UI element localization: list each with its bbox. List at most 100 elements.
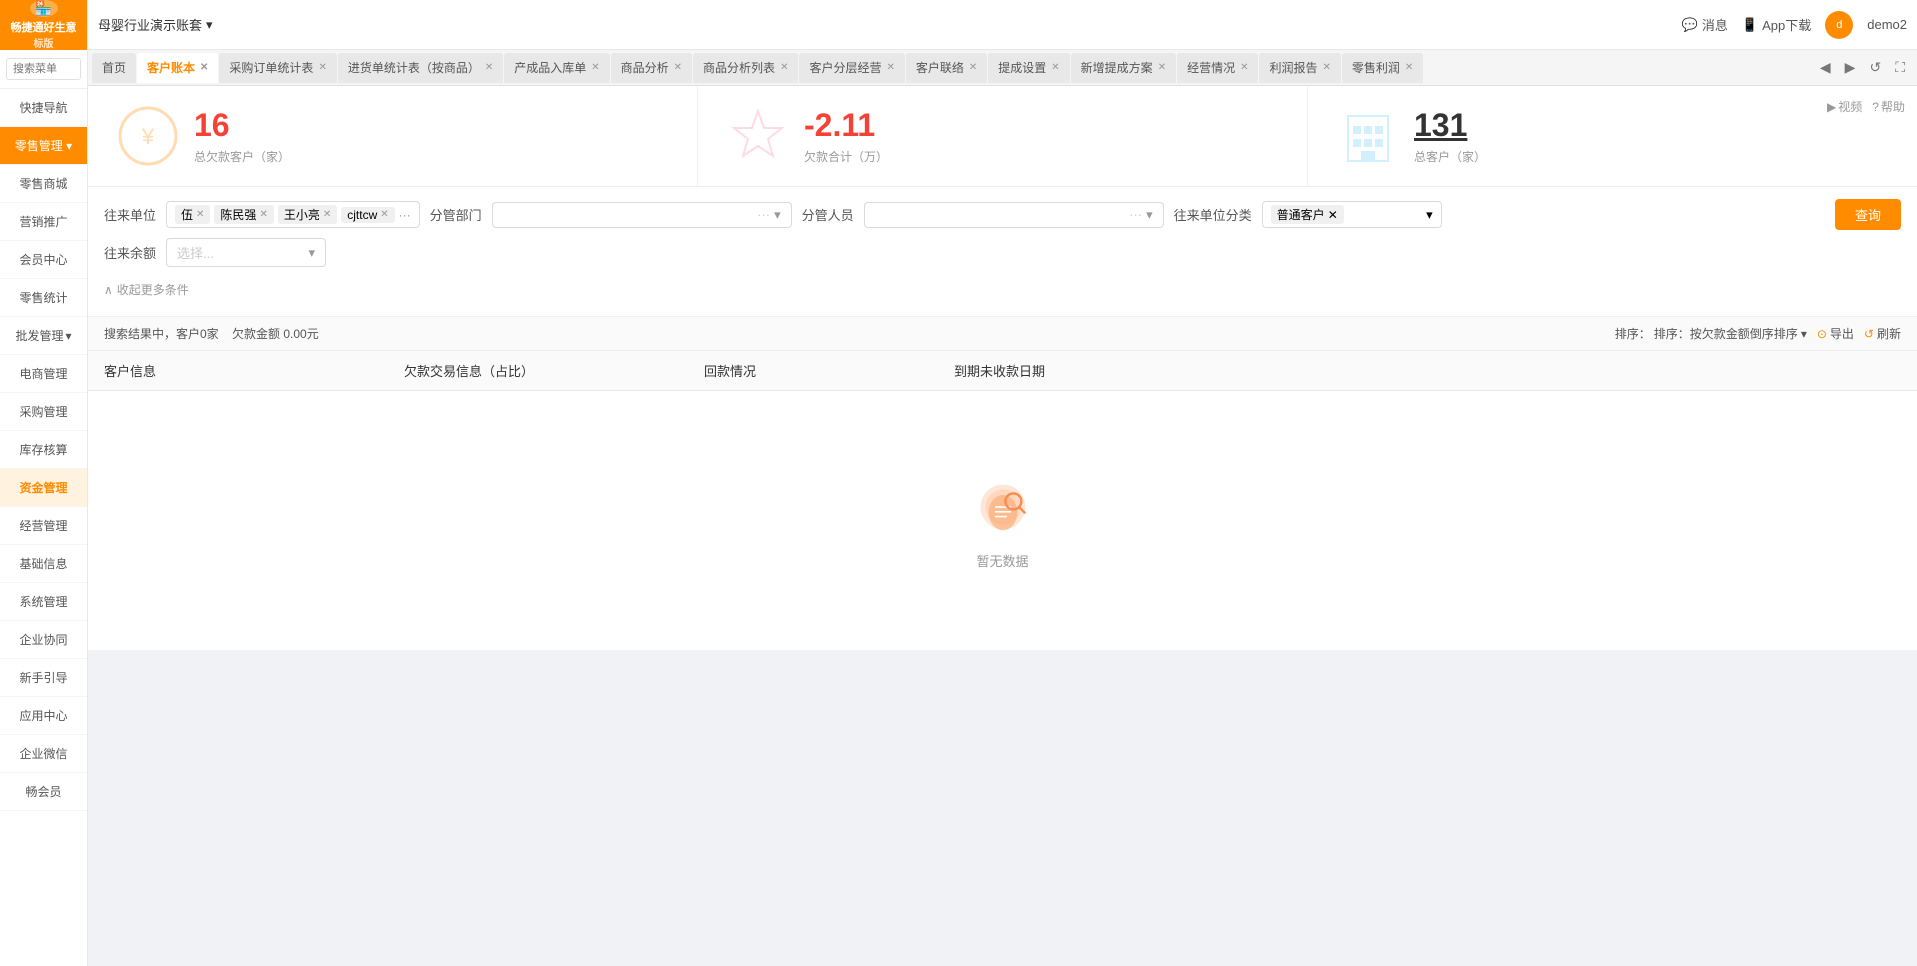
dept-more-icon: ···	[757, 207, 770, 223]
sidebar-item-ecommerce[interactable]: 电商管理	[0, 355, 87, 393]
tab-close-icon[interactable]: ✕	[1158, 62, 1166, 73]
tab-product-analysis[interactable]: 商品分析 ✕	[611, 53, 692, 83]
sidebar-item-label: 零售统计	[19, 291, 67, 305]
category-filter-input[interactable]: 普通客户 ✕ ▾	[1262, 201, 1442, 228]
sidebar-item-member-center[interactable]: 会员中心	[0, 241, 87, 279]
filter-bar: 往来单位 伍 ✕ 陈民强 ✕ 王小亮 ✕ cjttcw	[88, 187, 1917, 317]
tab-close-icon[interactable]: ✕	[1323, 62, 1331, 73]
tab-close-icon[interactable]: ✕	[969, 62, 977, 73]
messages-button[interactable]: 💬 消息	[1682, 15, 1728, 34]
stat-card-debtors: ¥ 16 总欠款客户（家）	[88, 86, 698, 186]
tab-commission-settings[interactable]: 提成设置 ✕	[988, 53, 1069, 83]
sidebar-item-new-guide[interactable]: 新手引导	[0, 659, 87, 697]
video-btn[interactable]: ▶ 视频	[1827, 98, 1862, 115]
tab-product-inbound[interactable]: 产成品入库单 ✕	[504, 53, 609, 83]
header-left: 母婴行业演示账套 ▾	[98, 15, 213, 34]
tab-label: 零售利润	[1352, 59, 1400, 76]
org-selector[interactable]: 母婴行业演示账套 ▾	[98, 15, 213, 34]
sidebar-item-wholesale[interactable]: 批发管理 ▾	[0, 317, 87, 355]
tab-close-icon[interactable]: ✕	[886, 62, 894, 73]
sidebar-item-label: 畅会员	[25, 785, 61, 799]
tab-close-icon[interactable]: ✕	[1051, 62, 1059, 73]
tab-product-analysis-list[interactable]: 商品分析列表 ✕	[693, 53, 798, 83]
sidebar-item-retail-mgmt[interactable]: 零售管理 ▾	[0, 127, 87, 165]
sidebar-item-chang-member[interactable]: 畅会员	[0, 773, 87, 811]
tab-refresh-icon[interactable]: ↺	[1865, 57, 1885, 78]
tab-label: 产成品入库单	[514, 59, 586, 76]
sidebar-item-enterprise-collab[interactable]: 企业协同	[0, 621, 87, 659]
remove-tag-chen[interactable]: ✕	[259, 209, 267, 220]
tab-operations[interactable]: 经营情况 ✕	[1177, 53, 1258, 83]
empty-mascot-icon	[963, 471, 1043, 551]
sidebar-item-app-center[interactable]: 应用中心	[0, 697, 87, 735]
arrow-icon: ▾	[65, 329, 71, 343]
tab-prev-icon[interactable]: ◀	[1816, 57, 1835, 78]
dept-filter-select[interactable]: ··· ▾	[492, 202, 792, 228]
logo-text: 畅捷通好生意	[11, 19, 77, 35]
tab-close-icon[interactable]: ✕	[674, 62, 682, 73]
sidebar-item-system[interactable]: 系统管理	[0, 583, 87, 621]
tab-next-icon[interactable]: ▶	[1841, 57, 1860, 78]
collapse-icon: ∧	[104, 283, 113, 297]
logo: 🏪 畅捷通好生意 标版	[0, 0, 87, 50]
person-filter-label: 分管人员	[802, 205, 854, 224]
remove-tag-cjttcw[interactable]: ✕	[380, 209, 388, 220]
sidebar-item-enterprise-wechat[interactable]: 企业微信	[0, 735, 87, 773]
sort-arrow-icon: ▾	[1801, 327, 1807, 341]
tab-purchase-order-stats[interactable]: 采购订单统计表 ✕	[219, 53, 336, 83]
collapse-button[interactable]: ∧ 收起更多条件	[104, 275, 1901, 304]
query-button[interactable]: 查询	[1835, 199, 1901, 230]
sidebar-item-quick-nav[interactable]: 快捷导航	[0, 89, 87, 127]
sidebar-item-operations[interactable]: 经营管理	[0, 507, 87, 545]
sidebar-item-inventory[interactable]: 库存核算	[0, 431, 87, 469]
sidebar-item-retail-mall[interactable]: 零售商城	[0, 165, 87, 203]
sort-select[interactable]: 排序：排序：按欠款金额倒序排序 ▾	[1615, 325, 1807, 342]
tab-close-icon[interactable]: ✕	[200, 62, 208, 73]
col-repayment: 回款情况	[704, 361, 954, 380]
tab-customer-ledger[interactable]: 客户账本 ✕	[137, 53, 218, 83]
sidebar-item-basic-info[interactable]: 基础信息	[0, 545, 87, 583]
app-download-button[interactable]: 📱 App下载	[1742, 15, 1811, 34]
sidebar-item-marketing[interactable]: 营销推广	[0, 203, 87, 241]
username[interactable]: demo2	[1867, 17, 1907, 32]
filter-row-1: 往来单位 伍 ✕ 陈民强 ✕ 王小亮 ✕ cjttcw	[104, 199, 1901, 230]
filter-more-icon[interactable]: ···	[399, 208, 411, 222]
page-content: ¥ 16 总欠款客户（家） -2.11 欠款合计（万）	[88, 86, 1917, 966]
refresh-button[interactable]: ↺ 刷新	[1864, 325, 1901, 342]
building-icon	[1338, 106, 1398, 166]
tab-close-icon[interactable]: ✕	[1405, 62, 1413, 73]
tab-retail-profit[interactable]: 零售利润 ✕	[1342, 53, 1423, 83]
export-button[interactable]: ⊙ 导出	[1817, 325, 1854, 342]
tab-purchase-stats-product[interactable]: 进货单统计表（按商品） ✕	[338, 53, 503, 83]
sidebar-item-retail-stats[interactable]: 零售统计	[0, 279, 87, 317]
tab-profit-report[interactable]: 利润报告 ✕	[1259, 53, 1340, 83]
tab-customer-contact[interactable]: 客户联络 ✕	[906, 53, 987, 83]
person-filter-select[interactable]: ··· ▾	[864, 202, 1164, 228]
tab-label: 进货单统计表（按商品）	[348, 59, 480, 76]
tab-close-icon[interactable]: ✕	[591, 62, 599, 73]
avatar[interactable]: d	[1825, 11, 1853, 39]
balance-filter-select[interactable]: 选择... ▾	[166, 238, 326, 267]
result-amount: 欠款金额 0.00元	[232, 327, 319, 341]
tab-home[interactable]: 首页	[92, 53, 136, 83]
sidebar-item-purchase[interactable]: 采购管理	[0, 393, 87, 431]
tab-expand-icon[interactable]: ⛶	[1891, 57, 1909, 78]
unit-filter-input[interactable]: 伍 ✕ 陈民强 ✕ 王小亮 ✕ cjttcw ✕ ···	[166, 201, 420, 228]
tab-close-icon[interactable]: ✕	[318, 62, 326, 73]
remove-tag-wu[interactable]: ✕	[196, 209, 204, 220]
stat-card-debt-total: -2.11 欠款合计（万）	[698, 86, 1308, 186]
tab-add-commission-plan[interactable]: 新增提成方案 ✕	[1071, 53, 1176, 83]
phone-icon: 📱	[1742, 17, 1758, 33]
sidebar-item-label: 库存核算	[19, 443, 67, 457]
help-btn[interactable]: ? 帮助	[1872, 98, 1905, 115]
tab-close-icon[interactable]: ✕	[780, 62, 788, 73]
messages-label: 消息	[1702, 15, 1728, 34]
sidebar-item-finance[interactable]: 资金管理	[0, 469, 87, 507]
unit-tag-chen: 陈民强 ✕	[214, 205, 273, 224]
tab-close-icon[interactable]: ✕	[1240, 62, 1248, 73]
tab-customer-tiered[interactable]: 客户分层经营 ✕	[799, 53, 904, 83]
tab-close-icon[interactable]: ✕	[485, 62, 493, 73]
remove-category-ordinary[interactable]: ✕	[1328, 208, 1338, 222]
remove-tag-wang[interactable]: ✕	[323, 209, 331, 220]
search-input[interactable]	[6, 58, 81, 80]
